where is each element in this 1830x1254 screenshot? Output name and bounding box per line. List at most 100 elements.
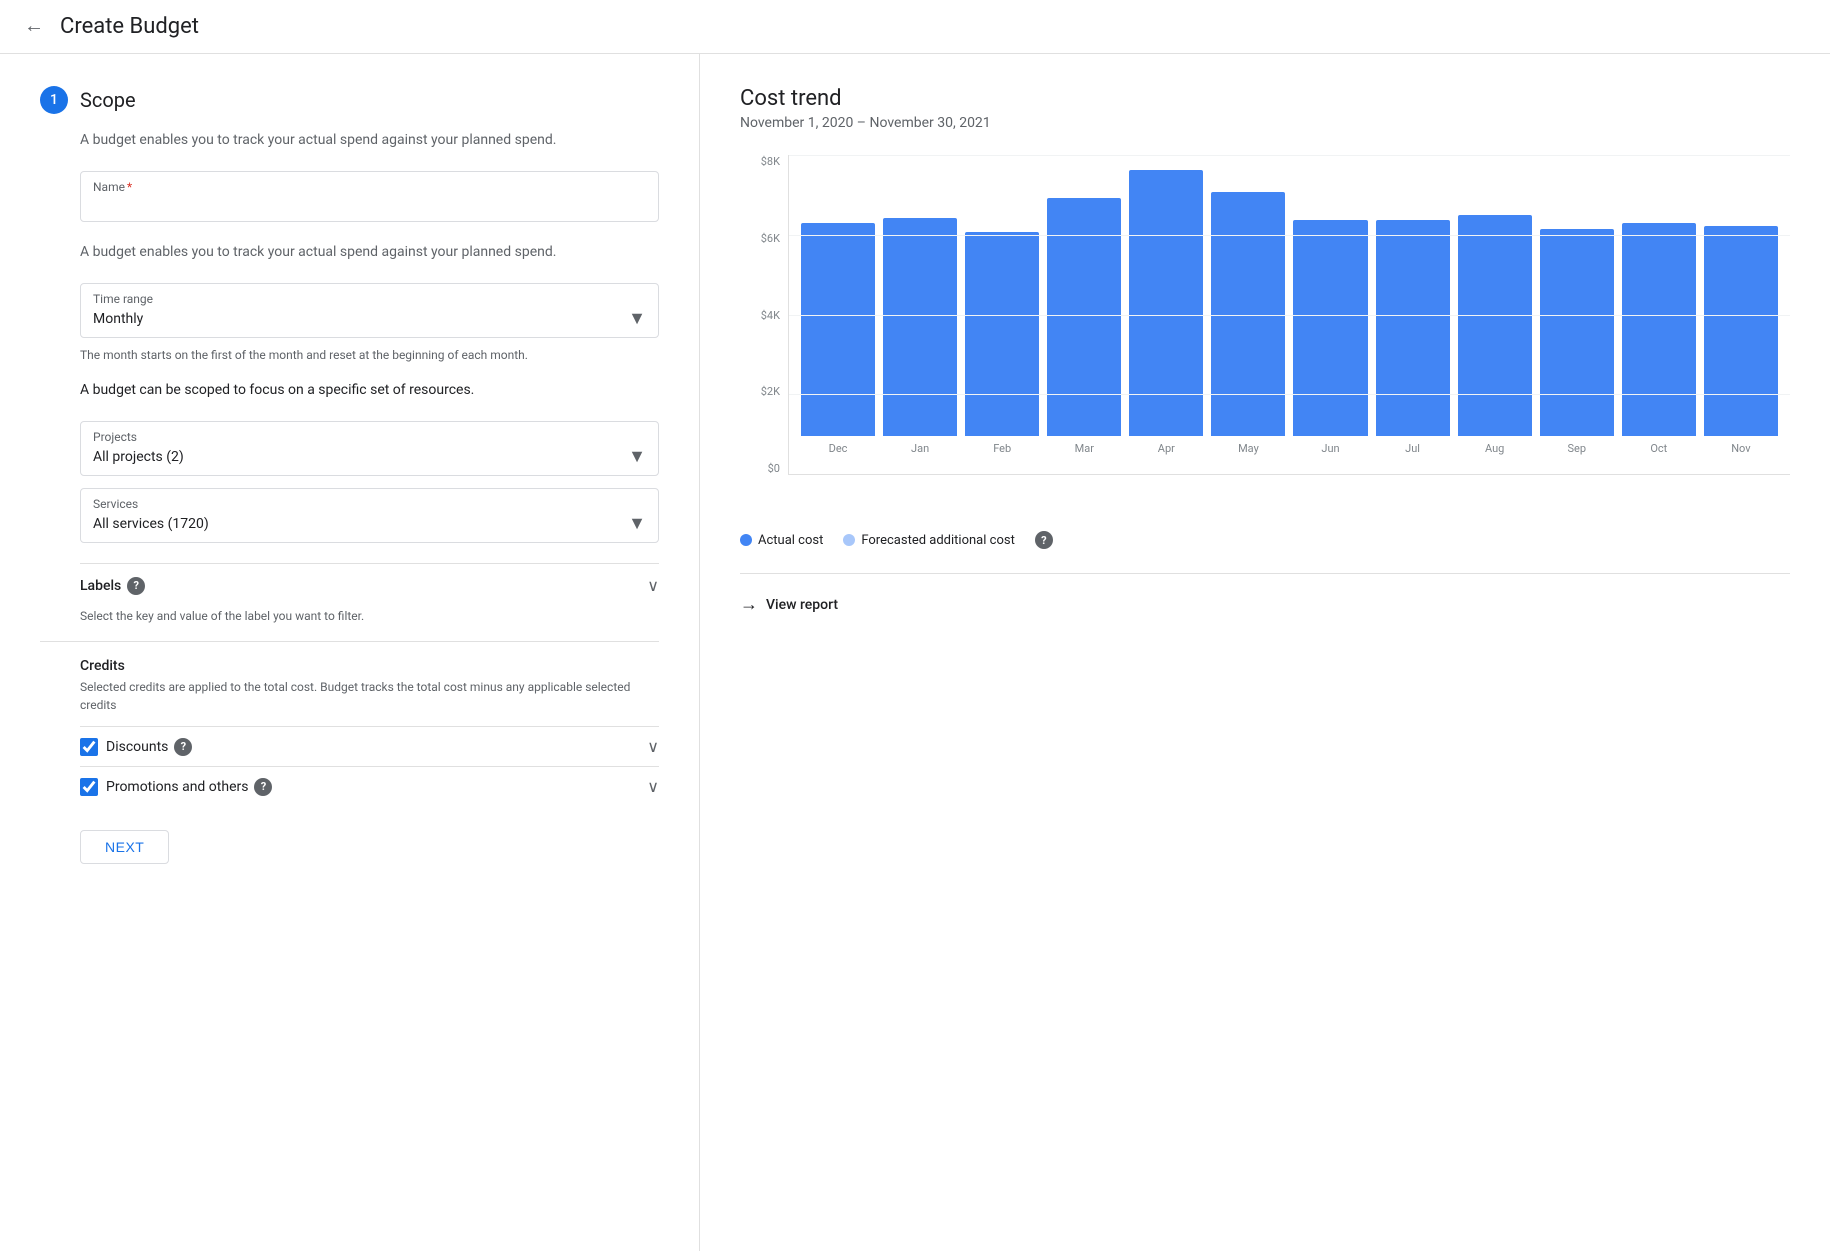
legend-actual-dot (740, 534, 752, 546)
credits-title: Credits (80, 658, 659, 674)
cost-trend-date: November 1, 2020 – November 30, 2021 (740, 115, 1790, 131)
discounts-left: Discounts ? (80, 738, 192, 756)
projects-label: Projects (93, 430, 646, 444)
bar-col: Feb (965, 155, 1039, 455)
bar-label: Mar (1075, 442, 1094, 455)
y-label-6k: $6K (761, 232, 780, 245)
discounts-label: Discounts ? (106, 738, 192, 756)
time-range-value: Monthly ▼ (93, 308, 646, 329)
bar-col: Jun (1293, 155, 1367, 455)
bar-label: Sep (1567, 442, 1586, 455)
labels-help-icon[interactable]: ? (127, 577, 145, 595)
bar-col: Jan (883, 155, 957, 455)
bar (1047, 198, 1121, 436)
chart-wrapper: $8K $6K $4K $2K $0 DecJanFe (740, 155, 1790, 475)
bar-label: Dec (829, 442, 848, 455)
back-button[interactable]: ← (24, 15, 44, 38)
chart-legend: Actual cost Forecasted additional cost ? (740, 531, 1790, 549)
y-label-8k: $8K (761, 155, 780, 168)
promotions-row: Promotions and others ? ∨ (80, 766, 659, 806)
y-label-4k: $4K (761, 309, 780, 322)
time-range-hint: The month starts on the first of the mon… (80, 346, 659, 364)
time-range-label: Time range (93, 292, 646, 306)
bar (1211, 192, 1285, 436)
bar-col: Sep (1540, 155, 1614, 455)
bar-label: May (1238, 442, 1259, 455)
labels-chevron-icon: ∨ (647, 576, 659, 595)
promotions-help-icon[interactable]: ? (254, 778, 272, 796)
bar-label: Jul (1405, 442, 1420, 455)
promotions-checkbox[interactable] (80, 778, 98, 796)
bar-col: Aug (1458, 155, 1532, 455)
bar (965, 232, 1039, 436)
cost-trend-title: Cost trend (740, 86, 1790, 111)
bars-container: Dec Jan Feb Mar Apr May Jun Jul Aug Sep Oct Nov (789, 155, 1790, 455)
next-button-wrapper: NEXT (40, 806, 659, 864)
labels-title: Labels ? (80, 577, 145, 595)
bar (1458, 215, 1532, 436)
name-input[interactable] (93, 196, 646, 212)
page-header: ← Create Budget (0, 0, 1830, 54)
discounts-row: Discounts ? ∨ (80, 726, 659, 766)
bar-col: May (1211, 155, 1285, 455)
time-range-arrow-icon: ▼ (628, 308, 646, 329)
promotions-chevron-icon: ∨ (647, 777, 659, 796)
discounts-help-icon[interactable]: ? (174, 738, 192, 756)
credits-desc: Selected credits are applied to the tota… (80, 678, 659, 714)
view-report-arrow-icon: → (740, 594, 758, 615)
bar-col: Dec (801, 155, 875, 455)
legend-actual: Actual cost (740, 533, 823, 548)
legend-forecasted: Forecasted additional cost (843, 533, 1014, 548)
discounts-chevron-icon: ∨ (647, 737, 659, 756)
cost-trend-chart: $8K $6K $4K $2K $0 DecJanFe (740, 155, 1790, 515)
scope-form: A budget enables you to track your actua… (40, 130, 659, 543)
chart-bars-area: Dec Jan Feb Mar Apr May Jun Jul Aug Sep Oct Nov (788, 155, 1790, 475)
bar-label: Feb (993, 442, 1011, 455)
legend-forecasted-label: Forecasted additional cost (861, 533, 1014, 548)
y-label-0: $0 (768, 462, 780, 475)
scope-desc2: A budget enables you to track your actua… (80, 242, 659, 263)
main-content: 1 Scope A budget enables you to track yo… (0, 54, 1830, 1251)
required-star: * (127, 180, 132, 194)
bar (1293, 220, 1367, 436)
bar (1622, 223, 1696, 436)
bar-col: Mar (1047, 155, 1121, 455)
projects-arrow-icon: ▼ (628, 446, 646, 467)
bar (883, 218, 957, 436)
bar (801, 223, 875, 436)
view-report-label: View report (766, 597, 838, 613)
step-indicator: 1 (40, 86, 68, 114)
legend-forecasted-dot (843, 534, 855, 546)
bar-col: Oct (1622, 155, 1696, 455)
scope-resources-desc: A budget can be scoped to focus on a spe… (80, 380, 659, 401)
discounts-checkbox[interactable] (80, 738, 98, 756)
bar (1376, 220, 1450, 436)
bar-label: Jan (911, 442, 929, 455)
y-axis: $8K $6K $4K $2K $0 (740, 155, 780, 475)
services-dropdown[interactable]: Services All services (1720) ▼ (80, 488, 659, 543)
promotions-left: Promotions and others ? (80, 778, 272, 796)
name-input-wrapper: Name * (80, 171, 659, 222)
services-value: All services (1720) ▼ (93, 513, 646, 534)
labels-row[interactable]: Labels ? ∨ (80, 563, 659, 607)
promotions-label: Promotions and others ? (106, 778, 272, 796)
time-range-dropdown[interactable]: Time range Monthly ▼ (80, 283, 659, 338)
chart-help-icon[interactable]: ? (1035, 531, 1053, 549)
bar-label: Nov (1731, 442, 1750, 455)
bar-col: Apr (1129, 155, 1203, 455)
bar-label: Apr (1158, 442, 1175, 455)
bar-label: Aug (1485, 442, 1504, 455)
view-report-row[interactable]: → View report (740, 573, 1790, 615)
bar-label: Oct (1650, 442, 1667, 455)
credits-section: Credits Selected credits are applied to … (40, 641, 659, 806)
projects-dropdown[interactable]: Projects All projects (2) ▼ (80, 421, 659, 476)
name-label: Name * (93, 180, 646, 194)
bar (1129, 170, 1203, 436)
scope-title: Scope (80, 88, 136, 112)
left-panel: 1 Scope A budget enables you to track yo… (0, 54, 700, 1251)
bar-col: Nov (1704, 155, 1778, 455)
page-title: Create Budget (60, 14, 199, 39)
labels-desc: Select the key and value of the label yo… (80, 607, 659, 625)
y-label-2k: $2K (761, 385, 780, 398)
next-button[interactable]: NEXT (80, 830, 169, 864)
